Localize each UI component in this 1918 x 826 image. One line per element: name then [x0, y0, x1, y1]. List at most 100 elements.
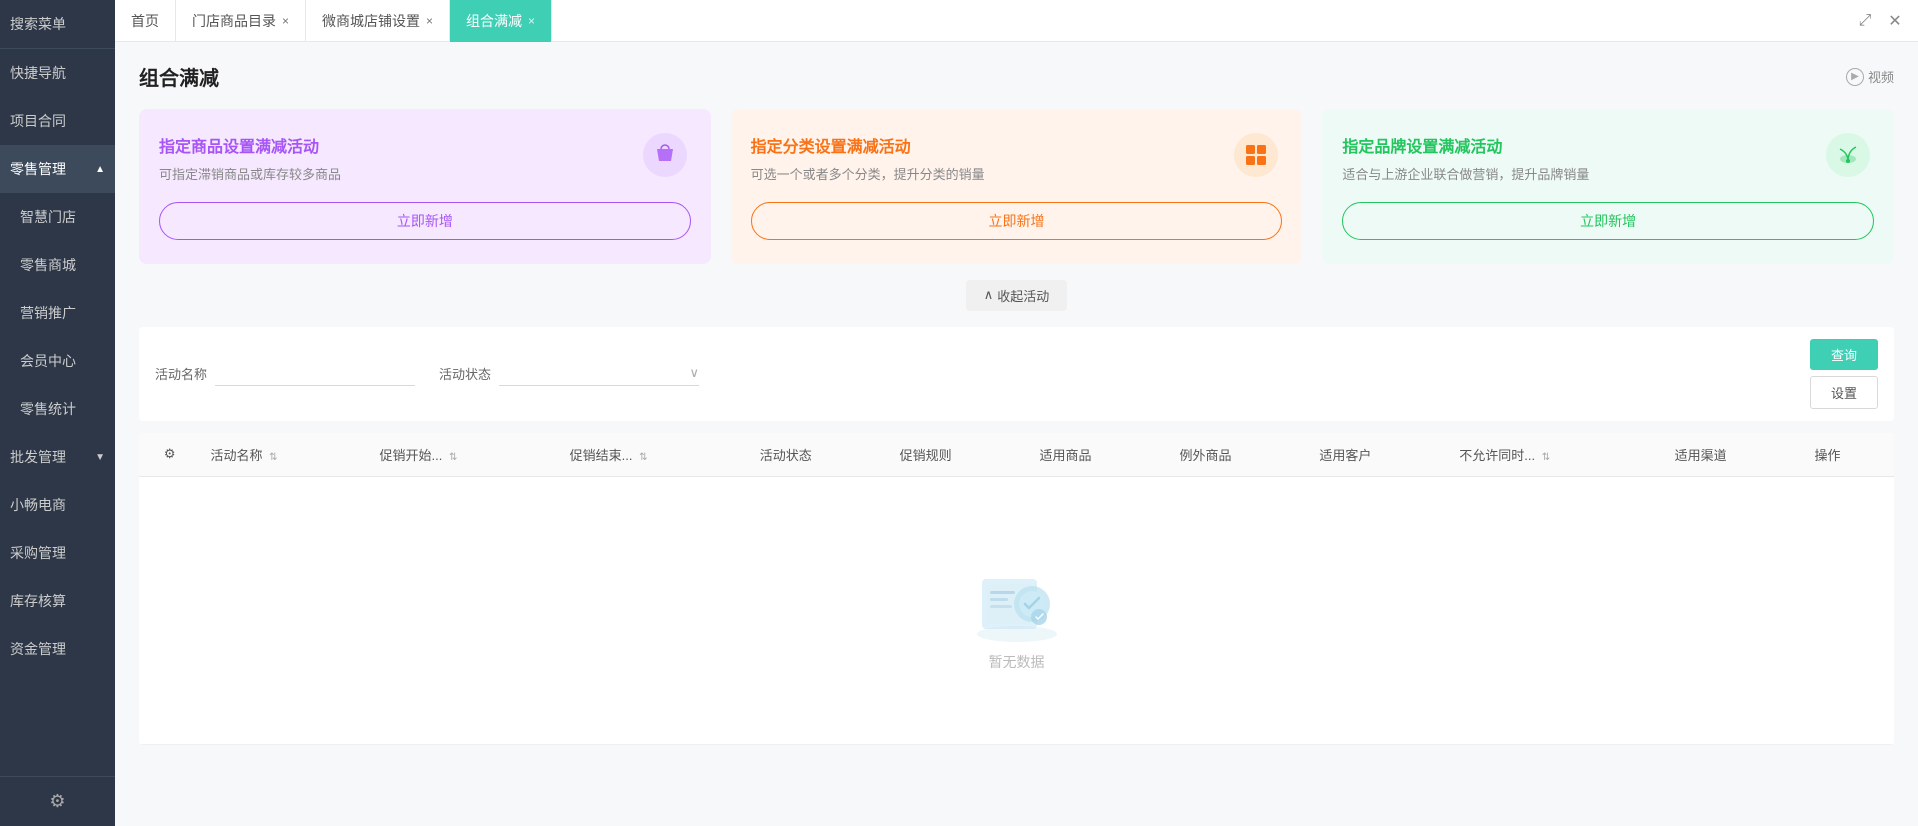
filter-actions: 查询 设置 [1810, 339, 1878, 409]
close-icon[interactable]: × [282, 14, 289, 28]
th-activity-status: 活动状态 [750, 433, 890, 477]
sidebar-item-inventory-calc[interactable]: 库存核算 [0, 577, 115, 625]
th-label: 适用商品 [1040, 448, 1092, 463]
collapse-button[interactable]: ∧ 收起活动 [966, 280, 1068, 311]
th-label: 促销规则 [900, 448, 952, 463]
th-no-concurrent[interactable]: 不允许同时... ⇅ [1449, 433, 1664, 477]
th-label: 例外商品 [1179, 448, 1231, 463]
card-title: 指定商品设置满减活动 [159, 133, 691, 157]
sidebar-item-wholesale-mgmt[interactable]: 批发管理 ▼ [0, 433, 115, 481]
sidebar-item-label: 采购管理 [10, 543, 66, 563]
setting-button[interactable]: 设置 [1810, 376, 1878, 409]
tab-wechat-store-settings[interactable]: 微商城店铺设置 × [306, 0, 450, 42]
gear-icon: ⚙ [164, 446, 176, 461]
sidebar-item-label: 库存核算 [10, 591, 66, 611]
th-applicable-channel: 适用渠道 [1665, 433, 1805, 477]
query-button[interactable]: 查询 [1810, 339, 1878, 370]
video-link[interactable]: ▶ 视频 [1846, 67, 1894, 86]
sidebar-item-label: 会员中心 [20, 351, 76, 371]
sidebar-item-project-contract[interactable]: 项目合同 [0, 97, 115, 145]
filter-activity-name: 活动名称 [155, 362, 415, 386]
table-wrapper: ⚙ 活动名称 ⇅ 促销开始... ⇅ 促销结束... ⇅ [139, 433, 1894, 745]
play-icon: ▶ [1846, 68, 1864, 86]
sidebar-item-retail-stats[interactable]: 零售统计 [0, 385, 115, 433]
th-label: 活动状态 [760, 448, 812, 463]
th-label: 促销结束... [570, 448, 633, 463]
empty-cell: 暂无数据 [139, 476, 1894, 744]
close-button[interactable]: ✕ [1884, 10, 1906, 32]
sidebar-item-label: 批发管理 [10, 447, 66, 467]
empty-text: 暂无数据 [989, 652, 1045, 672]
sidebar-item-retail-mall[interactable]: 零售商城 [0, 241, 115, 289]
sort-icon: ⇅ [449, 452, 457, 463]
activity-status-select[interactable]: ∨ [499, 361, 699, 386]
window-actions: ⤢ ✕ [1854, 10, 1918, 32]
sidebar-item-label: 智慧门店 [20, 207, 76, 227]
sidebar-item-label: 零售管理 [10, 159, 66, 179]
sidebar-item-fund-mgmt[interactable]: 资金管理 [0, 625, 115, 673]
category-card: 指定分类设置满减活动 可选一个或者多个分类，提升分类的销量 立即新增 [731, 109, 1303, 264]
card-desc: 可选一个或者多个分类，提升分类的销量 [751, 165, 1283, 186]
sidebar-item-label: 小畅电商 [10, 495, 66, 515]
sidebar-item-smart-store[interactable]: 智慧门店 [0, 193, 115, 241]
filter-activity-status: 活动状态 ∨ [439, 361, 699, 386]
empty-illustration [957, 549, 1077, 652]
th-applicable-goods: 适用商品 [1030, 433, 1170, 477]
main-content: 首页 门店商品目录 × 微商城店铺设置 × 组合满减 × ⤢ ✕ 组合满减 ▶ … [115, 0, 1918, 826]
tab-store-catalog[interactable]: 门店商品目录 × [176, 0, 306, 42]
sidebar-item-label: 项目合同 [10, 111, 66, 131]
th-label: 适用客户 [1319, 448, 1371, 463]
card-desc: 适合与上游企业联合做营销，提升品牌销量 [1342, 165, 1874, 186]
sidebar-item-label: 营销推广 [20, 303, 76, 323]
tab-home[interactable]: 首页 [115, 0, 176, 42]
close-icon[interactable]: × [528, 14, 535, 28]
product-card-add-button[interactable]: 立即新增 [159, 202, 691, 240]
tab-label: 首页 [131, 11, 159, 31]
collapse-row: ∧ 收起活动 [139, 280, 1894, 311]
empty-row: 暂无数据 [139, 476, 1894, 744]
empty-state: 暂无数据 [149, 489, 1884, 732]
page-title: 组合满减 [139, 62, 219, 91]
tab-bar: 首页 门店商品目录 × 微商城店铺设置 × 组合满减 × ⤢ ✕ [115, 0, 1918, 42]
card-icon [643, 133, 687, 187]
card-title: 指定分类设置满减活动 [751, 133, 1283, 157]
table-header-row: ⚙ 活动名称 ⇅ 促销开始... ⇅ 促销结束... ⇅ [139, 433, 1894, 477]
close-icon[interactable]: × [426, 14, 433, 28]
data-table: ⚙ 活动名称 ⇅ 促销开始... ⇅ 促销结束... ⇅ [139, 433, 1894, 745]
card-icon [1826, 133, 1870, 187]
tab-combo-discount[interactable]: 组合满减 × [450, 0, 552, 42]
th-exceptional-goods: 例外商品 [1169, 433, 1309, 477]
table-body: 暂无数据 [139, 476, 1894, 744]
sidebar-item-label: 零售商城 [20, 255, 76, 275]
sidebar-item-quick-nav[interactable]: 快捷导航 [0, 49, 115, 97]
sidebar: 搜索菜单 快捷导航 项目合同 零售管理 ▲ 智慧门店 零售商城 营销推广 会员中… [0, 0, 115, 826]
chevron-up-icon: ∧ [984, 287, 994, 303]
sidebar-item-xuchang-ecom[interactable]: 小畅电商 [0, 481, 115, 529]
th-promo-rule: 促销规则 [890, 433, 1030, 477]
maximize-button[interactable]: ⤢ [1854, 10, 1876, 32]
card-icon [1234, 133, 1278, 187]
th-label: 促销开始... [380, 448, 443, 463]
sidebar-search[interactable]: 搜索菜单 [0, 0, 115, 49]
sidebar-item-member-center[interactable]: 会员中心 [0, 337, 115, 385]
th-label: 适用渠道 [1675, 448, 1727, 463]
brand-card: 指定品牌设置满减活动 适合与上游企业联合做营销，提升品牌销量 立即新增 [1322, 109, 1894, 264]
product-card: 指定商品设置满减活动 可指定滞销商品或库存较多商品 立即新增 [139, 109, 711, 264]
brand-card-add-button[interactable]: 立即新增 [1342, 202, 1874, 240]
activity-status-label: 活动状态 [439, 364, 491, 383]
activity-name-label: 活动名称 [155, 364, 207, 383]
collapse-label: 收起活动 [997, 286, 1049, 305]
th-gear[interactable]: ⚙ [139, 433, 200, 477]
th-label: 不允许同时... [1459, 448, 1535, 463]
sidebar-item-purchase-mgmt[interactable]: 采购管理 [0, 529, 115, 577]
th-operation: 操作 [1804, 433, 1894, 477]
activity-name-input[interactable] [215, 362, 415, 386]
card-desc: 可指定滞销商品或库存较多商品 [159, 165, 691, 186]
category-card-add-button[interactable]: 立即新增 [751, 202, 1283, 240]
th-activity-name[interactable]: 活动名称 ⇅ [200, 433, 369, 477]
sidebar-item-retail-mgmt[interactable]: 零售管理 ▲ [0, 145, 115, 193]
th-promo-end[interactable]: 促销结束... ⇅ [560, 433, 750, 477]
sidebar-item-marketing[interactable]: 营销推广 [0, 289, 115, 337]
sidebar-settings[interactable]: ⚙ [0, 776, 115, 826]
th-promo-start[interactable]: 促销开始... ⇅ [370, 433, 560, 477]
